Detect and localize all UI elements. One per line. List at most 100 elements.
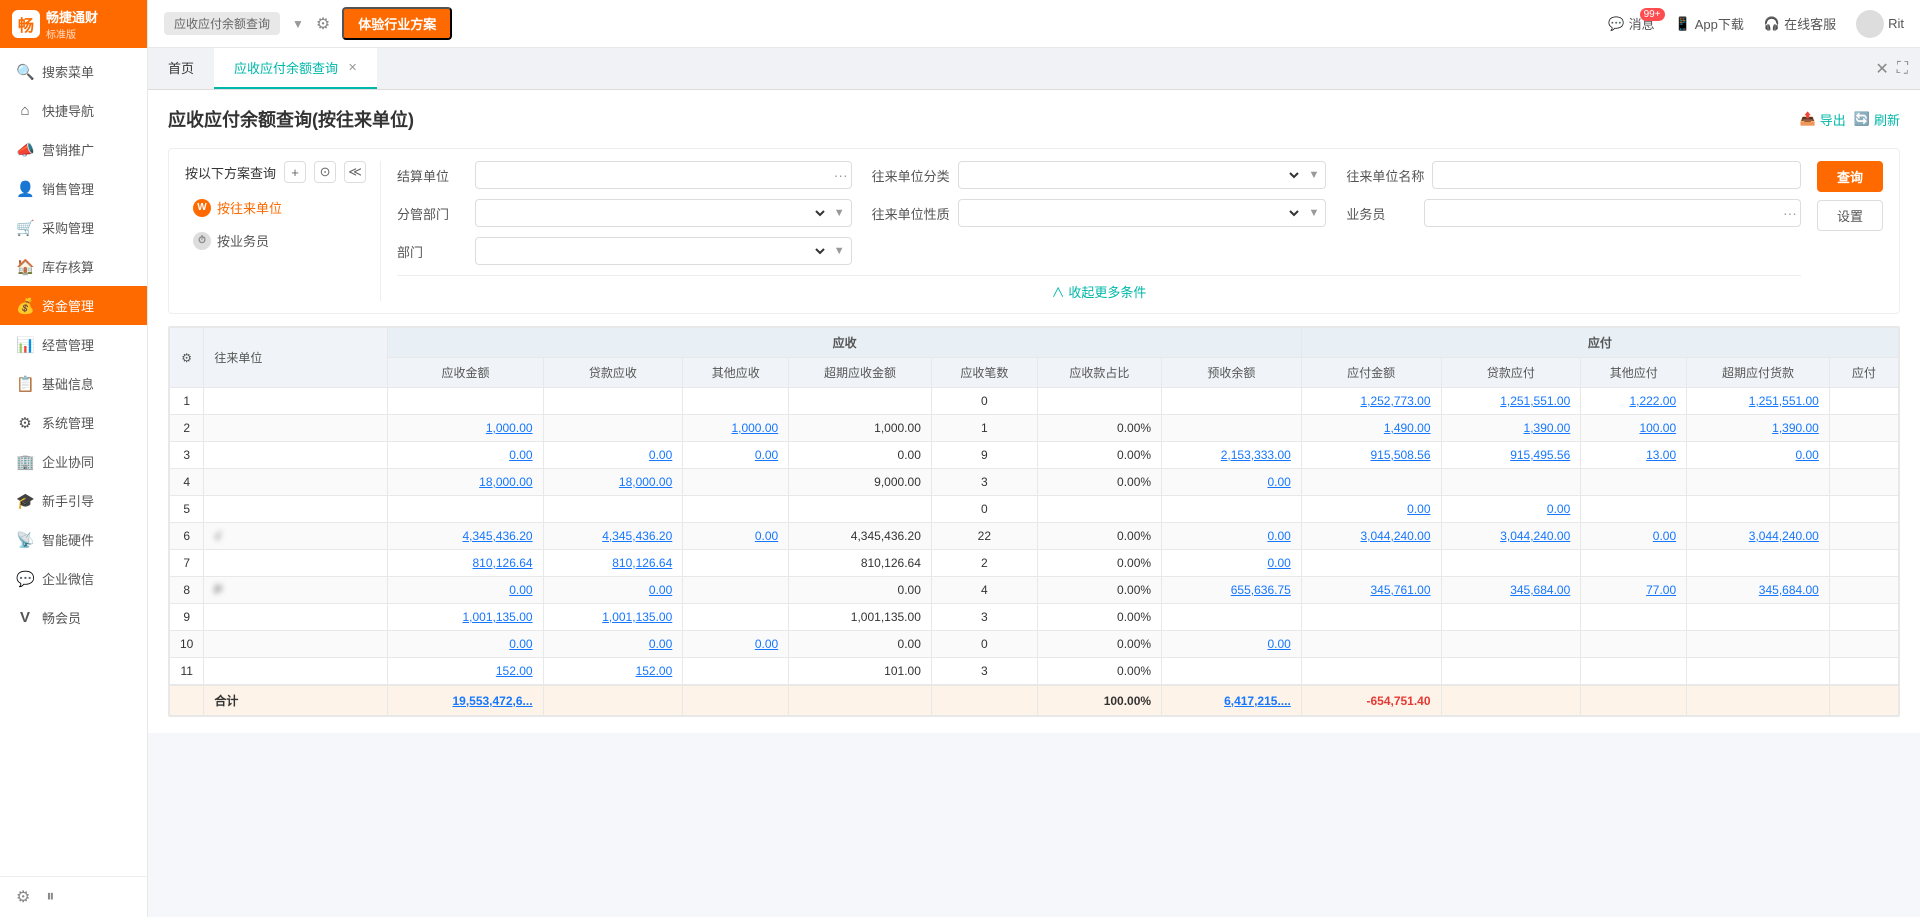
row-loan-payable[interactable]: 1,390.00 xyxy=(1441,415,1581,442)
collapse-button[interactable]: ∧ 收起更多条件 xyxy=(1052,285,1147,300)
row-loan-receivable[interactable]: 1,001,135.00 xyxy=(543,604,683,631)
tab-close-window-icon[interactable]: ✕ xyxy=(1875,59,1888,79)
row-loan-payable[interactable]: 345,684.00 xyxy=(1441,577,1581,604)
salesperson-more-icon[interactable]: ··· xyxy=(1783,205,1797,221)
partner-category-select[interactable] xyxy=(959,162,1303,188)
row-receivable-amount[interactable]: 18,000.00 xyxy=(388,469,543,496)
row-other-receivable[interactable]: 0.00 xyxy=(683,523,789,550)
message-button[interactable]: 💬 消息 99+ xyxy=(1608,14,1654,33)
row-loan-receivable[interactable]: 0.00 xyxy=(543,631,683,658)
row-prepaid-balance[interactable]: 0.00 xyxy=(1162,469,1302,496)
row-payable-amount[interactable]: 1,252,773.00 xyxy=(1301,388,1441,415)
row-loan-receivable[interactable]: 810,126.64 xyxy=(543,550,683,577)
tab-receivable[interactable]: 应收应付余额查询 ✕ xyxy=(214,48,377,89)
row-loan-payable[interactable]: 1,251,551.00 xyxy=(1441,388,1581,415)
settlement-unit-more-icon[interactable]: ··· xyxy=(834,167,848,183)
row-receivable-amount[interactable]: 810,126.64 xyxy=(388,550,543,577)
row-prepaid-balance[interactable]: 0.00 xyxy=(1162,550,1302,577)
row-other-payable[interactable]: 77.00 xyxy=(1581,577,1687,604)
row-loan-receivable[interactable]: 4,345,436.20 xyxy=(543,523,683,550)
row-other-payable[interactable]: 100.00 xyxy=(1581,415,1687,442)
row-receivable-amount[interactable]: 1,000.00 xyxy=(388,415,543,442)
row-other-payable[interactable]: 1,222.00 xyxy=(1581,388,1687,415)
row-loan-receivable[interactable]: 0.00 xyxy=(543,442,683,469)
sidebar-item-purchase[interactable]: 🛒 采购管理 xyxy=(0,208,147,247)
collapse-scheme-button[interactable]: ≪ xyxy=(344,161,366,183)
settings-button[interactable]: 设置 xyxy=(1817,200,1883,231)
row-prepaid-balance[interactable]: 2,153,333.00 xyxy=(1162,442,1302,469)
total-receivable-amount[interactable]: 19,553,472,6... xyxy=(388,685,543,716)
settings-icon[interactable]: ⚙ xyxy=(16,887,30,907)
sidebar-item-operations[interactable]: 📊 经营管理 xyxy=(0,325,147,364)
sidebar-item-member[interactable]: V 畅会员 xyxy=(0,598,147,637)
query-button[interactable]: 查询 xyxy=(1817,161,1883,192)
row-other-payable[interactable]: 0.00 xyxy=(1581,523,1687,550)
row-other-receivable[interactable]: 1,000.00 xyxy=(683,415,789,442)
refresh-button[interactable]: 🔄 刷新 xyxy=(1854,110,1900,129)
row-other-receivable[interactable]: 0.00 xyxy=(683,631,789,658)
row-other-payable[interactable]: 13.00 xyxy=(1581,442,1687,469)
row-prepaid-balance[interactable]: 0.00 xyxy=(1162,631,1302,658)
tab-close-icon[interactable]: ✕ xyxy=(348,61,357,74)
row-overdue-payable[interactable]: 1,251,551.00 xyxy=(1687,388,1830,415)
tab-home[interactable]: 首页 xyxy=(148,48,214,89)
row-prepaid-balance[interactable]: 655,636.75 xyxy=(1162,577,1302,604)
row-receivable-amount[interactable]: 0.00 xyxy=(388,631,543,658)
row-other-receivable[interactable]: 0.00 xyxy=(683,442,789,469)
sidebar-item-guide[interactable]: 🎓 新手引导 xyxy=(0,481,147,520)
partner-nature-select[interactable] xyxy=(959,200,1303,226)
row-payable-amount[interactable]: 3,044,240.00 xyxy=(1301,523,1441,550)
total-prepaid-balance[interactable]: 6,417,215.... xyxy=(1162,685,1302,716)
sidebar-item-sales[interactable]: 👤 销售管理 xyxy=(0,169,147,208)
row-receivable-amount[interactable]: 0.00 xyxy=(388,442,543,469)
row-receivable-amount[interactable]: 1,001,135.00 xyxy=(388,604,543,631)
settlement-unit-input[interactable] xyxy=(475,161,852,189)
row-payable-amount[interactable]: 1,490.00 xyxy=(1301,415,1441,442)
query-option-by-salesperson[interactable]: ⏱ 按业务员 xyxy=(185,226,366,255)
tab-maximize-icon[interactable]: ⛶ xyxy=(1897,60,1908,78)
sidebar-item-quick-nav[interactable]: ⌂ 快捷导航 xyxy=(0,91,147,130)
row-overdue-payable[interactable]: 345,684.00 xyxy=(1687,577,1830,604)
edit-scheme-button[interactable]: ⊙ xyxy=(314,161,336,183)
department-select[interactable] xyxy=(476,238,828,264)
export-button[interactable]: 📤 导出 xyxy=(1800,110,1846,129)
table-settings-header[interactable]: ⚙ xyxy=(170,328,204,388)
row-loan-receivable[interactable]: 0.00 xyxy=(543,577,683,604)
partner-name-input[interactable] xyxy=(1432,161,1801,189)
row-overdue-payable[interactable]: 1,390.00 xyxy=(1687,415,1830,442)
sidebar-item-system[interactable]: ⚙ 系统管理 xyxy=(0,403,147,442)
row-payable-amount[interactable]: 345,761.00 xyxy=(1301,577,1441,604)
sidebar-item-marketing[interactable]: 📣 营销推广 xyxy=(0,130,147,169)
row-loan-receivable[interactable]: 152.00 xyxy=(543,658,683,686)
salesperson-input[interactable] xyxy=(1424,199,1801,227)
sidebar-item-wechat[interactable]: 💬 企业微信 xyxy=(0,559,147,598)
topbar-gear-icon[interactable]: ⚙ xyxy=(316,14,330,34)
row-payable-amount[interactable]: 0.00 xyxy=(1301,496,1441,523)
row-receivable-amount[interactable]: 0.00 xyxy=(388,577,543,604)
service-button[interactable]: 🎧 在线客服 xyxy=(1764,14,1836,33)
row-overdue-payable[interactable]: 0.00 xyxy=(1687,442,1830,469)
row-loan-receivable[interactable]: 18,000.00 xyxy=(543,469,683,496)
row-loan-payable[interactable]: 0.00 xyxy=(1441,496,1581,523)
row-receivable-amount[interactable]: 152.00 xyxy=(388,658,543,686)
row-receivable-amount[interactable]: 4,345,436.20 xyxy=(388,523,543,550)
sidebar-item-capital[interactable]: 💰 资金管理 xyxy=(0,286,147,325)
row-loan-payable[interactable]: 915,495.56 xyxy=(1441,442,1581,469)
row-payable-amount[interactable]: 915,508.56 xyxy=(1301,442,1441,469)
query-option-by-partner[interactable]: W 按往来单位 xyxy=(185,193,366,222)
sidebar-item-enterprise[interactable]: 🏢 企业协同 xyxy=(0,442,147,481)
row-loan-payable[interactable]: 3,044,240.00 xyxy=(1441,523,1581,550)
app-download-button[interactable]: 📱 App下载 xyxy=(1675,14,1744,33)
row-overdue-payable[interactable]: 3,044,240.00 xyxy=(1687,523,1830,550)
add-scheme-button[interactable]: + xyxy=(284,161,306,183)
sidebar-item-inventory[interactable]: 🏠 库存核算 xyxy=(0,247,147,286)
sidebar-item-base-info[interactable]: 📋 基础信息 xyxy=(0,364,147,403)
row-prepaid-balance[interactable]: 0.00 xyxy=(1162,523,1302,550)
dept-select[interactable] xyxy=(476,200,828,226)
promo-button[interactable]: 体验行业方案 xyxy=(342,7,452,40)
user-profile[interactable]: Rit xyxy=(1856,10,1904,38)
pause-icon[interactable]: ⏸ xyxy=(46,888,54,906)
sidebar-item-hardware[interactable]: 📡 智能硬件 xyxy=(0,520,147,559)
topbar-dropdown-arrow[interactable]: ▼ xyxy=(292,17,304,31)
sidebar-item-search-menu[interactable]: 🔍 搜索菜单 xyxy=(0,52,147,91)
